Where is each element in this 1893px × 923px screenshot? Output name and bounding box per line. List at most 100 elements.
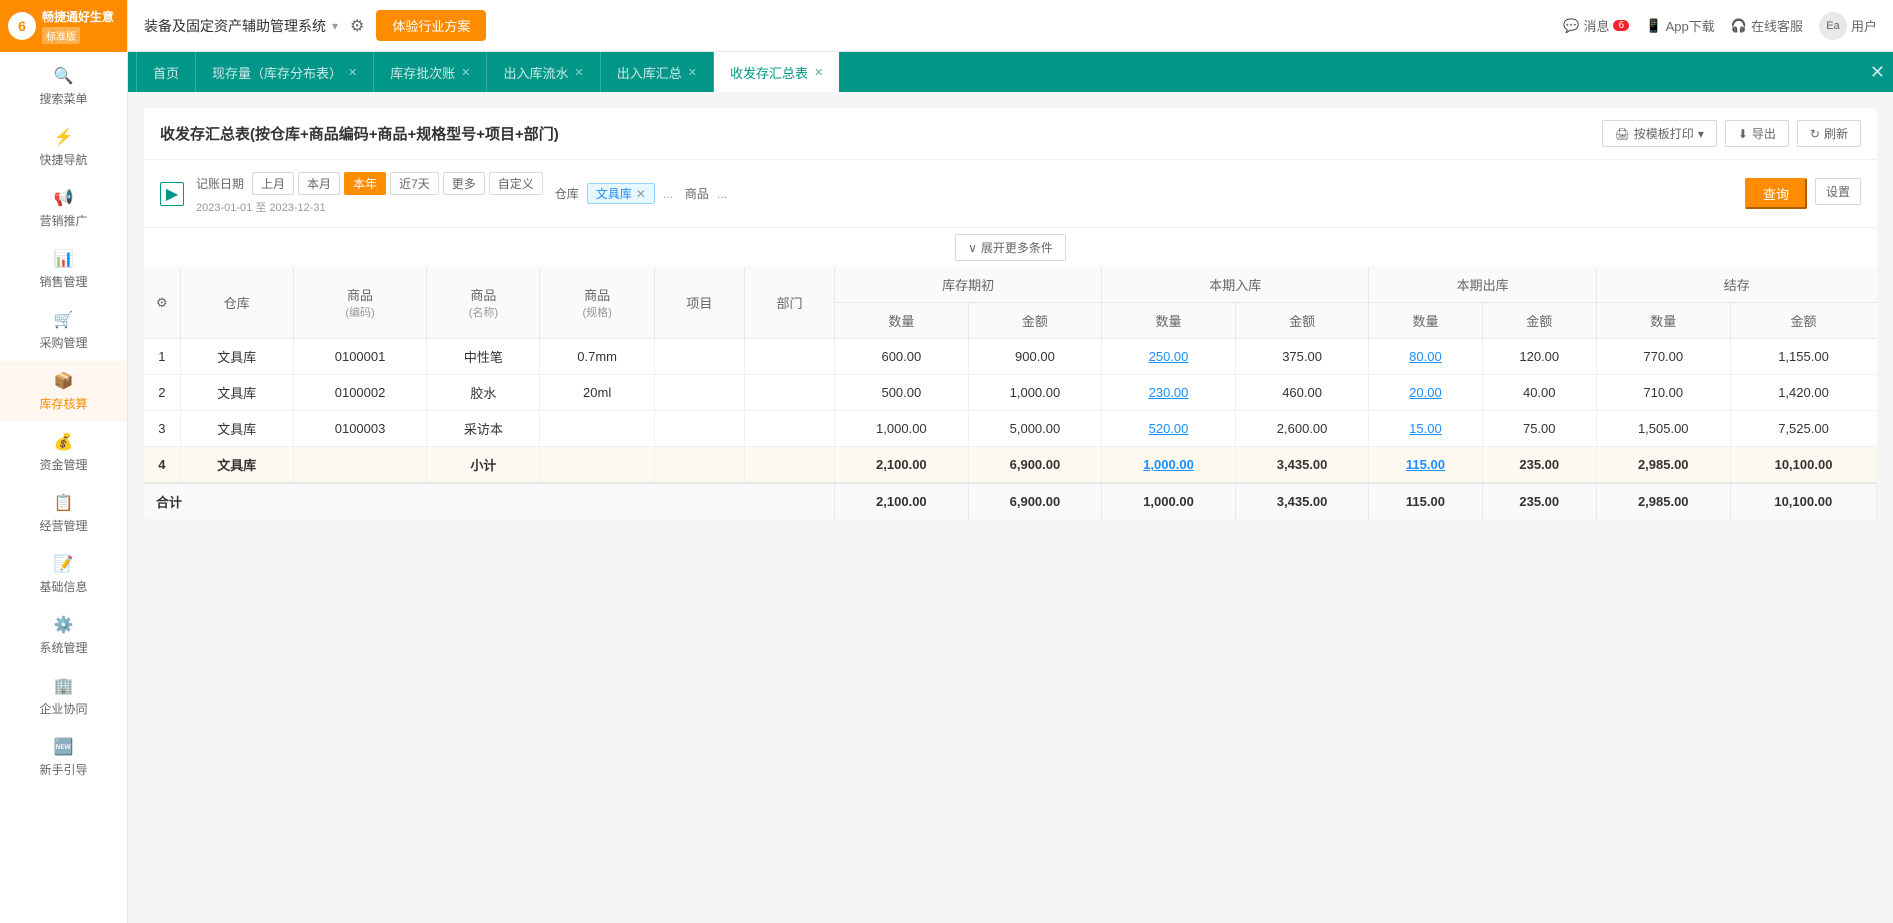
user-menu-button[interactable]: Ea 用户	[1819, 12, 1877, 40]
filter-settings-button[interactable]: 设置	[1815, 178, 1861, 205]
tab-close-icon[interactable]: ✕	[814, 66, 823, 79]
sidebar-item-finance[interactable]: 💰资金管理	[0, 422, 127, 483]
custom-date-button[interactable]: 自定义	[489, 172, 543, 195]
in-qty-link[interactable]: 1,000.00	[1143, 457, 1194, 472]
col-settings-header[interactable]: ⚙	[144, 267, 180, 339]
row-out-amt: 40.00	[1482, 375, 1596, 411]
footer-bal-qty: 2,985.00	[1596, 483, 1730, 519]
phone-icon: 📱	[1645, 18, 1661, 34]
col-goods-name-header: 商品(名称)	[427, 267, 540, 339]
this-year-button[interactable]: 本年	[344, 172, 386, 195]
tab-inventory-dist[interactable]: 现存量（库存分布表）✕	[196, 52, 374, 92]
page-title: 收发存汇总表(按仓库+商品编码+商品+规格型号+项目+部门)	[160, 123, 559, 144]
tab-inout-summary[interactable]: 出入库汇总 ✕	[601, 52, 714, 92]
footer-bal-amt: 10,100.00	[1730, 483, 1876, 519]
footer-label: 合计	[144, 483, 835, 519]
row-goods-code: 0100003	[293, 411, 427, 447]
goods-more-button[interactable]: ...	[717, 187, 727, 201]
col-bal-amt-header: 金额	[1730, 303, 1876, 339]
sidebar-item-marketing[interactable]: 📢营销推广	[0, 178, 127, 239]
warehouse-tag-close-icon[interactable]: ✕	[636, 187, 646, 201]
row-in-amt: 460.00	[1235, 375, 1369, 411]
sidebar-item-system[interactable]: ⚙️系统管理	[0, 605, 127, 666]
tab-batch[interactable]: 库存批次账✕	[374, 52, 487, 92]
sidebar-item-quick-nav[interactable]: ⚡快捷导航	[0, 117, 127, 178]
tab-close-icon[interactable]: ✕	[461, 66, 470, 79]
date-label: 记账日期	[196, 175, 244, 192]
warehouse-tag[interactable]: 文具库 ✕	[587, 183, 655, 204]
row-out-amt: 235.00	[1482, 447, 1596, 484]
table-row: 3 文具库 0100003 采访本 1,000.00 5,000.00 520.…	[144, 411, 1877, 447]
warehouse-filter: 仓库 文具库 ✕ ...	[555, 183, 673, 204]
filter-collapse-button[interactable]: ▶	[160, 182, 184, 206]
footer-in-amt: 3,435.00	[1235, 483, 1369, 519]
messages-button[interactable]: 💬 消息 6	[1563, 16, 1629, 35]
sidebar-item-label: 库存核算	[39, 395, 87, 412]
in-qty-link[interactable]: 250.00	[1149, 349, 1189, 364]
search-icon: 🔍	[54, 66, 74, 86]
gear-icon[interactable]: ⚙	[350, 16, 364, 36]
in-qty-link[interactable]: 230.00	[1149, 385, 1189, 400]
tab-close-icon[interactable]: ✕	[575, 66, 584, 79]
sidebar-item-inventory[interactable]: 📦库存核算	[0, 361, 127, 422]
last-7-days-button[interactable]: 近7天	[390, 172, 439, 195]
col-in-header: 本期入库	[1102, 267, 1369, 303]
out-qty-link[interactable]: 20.00	[1409, 385, 1442, 400]
tab-recv-send-summary[interactable]: 收发存汇总表✕	[714, 52, 839, 92]
sidebar-item-sales[interactable]: 📊销售管理	[0, 239, 127, 300]
footer-out-qty: 115.00	[1369, 483, 1482, 519]
print-button[interactable]: 🖨 按模板打印 ▾	[1602, 120, 1717, 147]
topbar-right: 💬 消息 6 📱 App下载 🎧 在线客服 Ea 用户	[1563, 12, 1877, 40]
last-month-button[interactable]: 上月	[252, 172, 294, 195]
goods-filter: 商品 ...	[685, 185, 727, 202]
tab-home[interactable]: 首页	[136, 52, 196, 92]
col-in-qty-header: 数量	[1102, 303, 1236, 339]
export-button[interactable]: ⬇ 导出	[1725, 120, 1789, 147]
tab-label: 出入库汇总	[617, 63, 682, 82]
quick-nav-icon: ⚡	[54, 127, 74, 147]
basic-icon: 📝	[54, 554, 74, 574]
row-out-qty: 15.00	[1369, 411, 1482, 447]
out-qty-link[interactable]: 80.00	[1409, 349, 1442, 364]
out-qty-link[interactable]: 15.00	[1409, 421, 1442, 436]
refresh-button[interactable]: ↻ 刷新	[1797, 120, 1861, 147]
sidebar-item-operation[interactable]: 📋 经营管理	[0, 483, 127, 544]
tab-label: 首页	[153, 63, 179, 82]
row-open-qty: 1,000.00	[835, 411, 969, 447]
tab-close-icon[interactable]: ✕	[348, 66, 357, 79]
query-button[interactable]: 查询	[1745, 178, 1807, 209]
out-qty-link[interactable]: 115.00	[1406, 457, 1445, 472]
col-dept-header: 部门	[744, 267, 834, 339]
sidebar-item-purchase[interactable]: 🛒采购管理	[0, 300, 127, 361]
expand-row: ∨ 展开更多条件	[144, 227, 1877, 267]
sidebar-item-enterprise[interactable]: 🏢企业协同	[0, 666, 127, 727]
table-row: 2 文具库 0100002 胶水 20ml 500.00 1,000.00 23…	[144, 375, 1877, 411]
app-download-button[interactable]: 📱 App下载	[1645, 16, 1714, 35]
row-dept	[744, 375, 834, 411]
sidebar-item-search[interactable]: 🔍搜索菜单	[0, 56, 127, 117]
row-open-amt: 900.00	[968, 339, 1102, 375]
dropdown-arrow-icon: ▾	[332, 19, 338, 33]
industry-solution-button[interactable]: 体验行业方案	[376, 10, 486, 41]
row-warehouse: 文具库	[180, 447, 293, 484]
close-all-icon[interactable]: ✕	[1870, 62, 1885, 83]
online-service-button[interactable]: 🎧 在线客服	[1731, 16, 1803, 35]
expand-conditions-button[interactable]: ∨ 展开更多条件	[955, 234, 1066, 261]
tab-close-icon[interactable]: ✕	[688, 66, 697, 79]
in-qty-link[interactable]: 520.00	[1149, 421, 1189, 436]
row-goods-spec	[540, 411, 654, 447]
sidebar-item-label: 经营管理	[39, 517, 87, 534]
warehouse-more-button[interactable]: ...	[663, 187, 673, 201]
row-bal-amt: 7,525.00	[1730, 411, 1876, 447]
sidebar-item-guide[interactable]: 🆕新手引导	[0, 727, 127, 788]
sidebar-item-basic[interactable]: 📝基础信息	[0, 544, 127, 605]
topbar: 装备及固定资产辅助管理系统 ▾ ⚙ 体验行业方案 💬 消息 6 📱 App下载 …	[128, 0, 1893, 52]
sidebar-item-label: 企业协同	[39, 700, 87, 717]
tab-inout-flow[interactable]: 出入库流水✕	[487, 52, 600, 92]
col-out-qty-header: 数量	[1369, 303, 1482, 339]
table-row: 1 文具库 0100001 中性笔 0.7mm 600.00 900.00 25…	[144, 339, 1877, 375]
operation-icon: 📋	[54, 493, 74, 513]
sidebar-item-label: 系统管理	[39, 639, 87, 656]
this-month-button[interactable]: 本月	[298, 172, 340, 195]
more-date-button[interactable]: 更多	[443, 172, 485, 195]
